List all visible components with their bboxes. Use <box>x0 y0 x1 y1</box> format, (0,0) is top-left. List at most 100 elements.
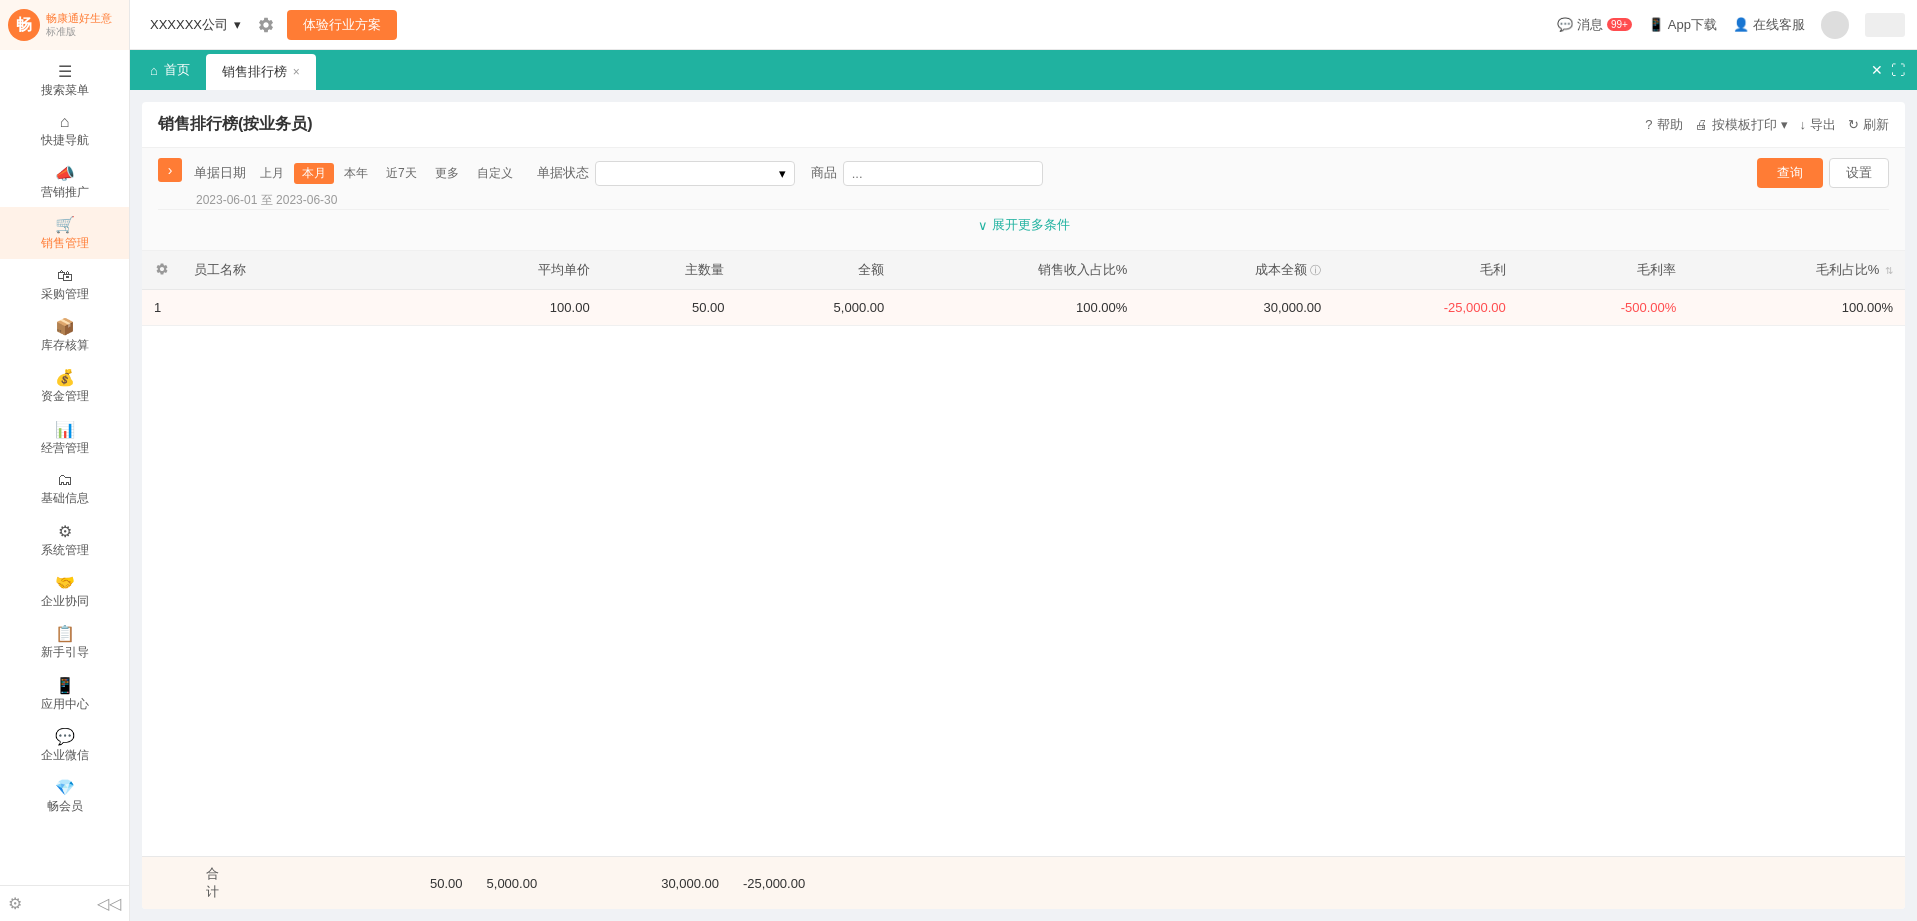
sidebar-item-guide[interactable]: 📋 新手引导 <box>0 616 129 667</box>
message-btn[interactable]: 💬 消息 99+ <box>1557 16 1632 34</box>
print-dropdown-icon: ▾ <box>1781 117 1788 132</box>
logo-sub: 标准版 <box>46 25 112 39</box>
status-select[interactable]: ▾ <box>595 161 795 186</box>
sidebar-settings-btn[interactable]: ⚙ <box>8 894 22 913</box>
table-row: 1 100.00 50.00 5,000.00 100.00% 30,000.0… <box>142 290 1905 326</box>
sidebar-item-sales[interactable]: 🛒 销售管理 <box>0 207 129 258</box>
app-center-icon: 📱 <box>55 676 75 695</box>
expand-more-btn[interactable]: ∨ 展开更多条件 <box>978 216 1070 234</box>
user-avatar[interactable] <box>1821 11 1849 39</box>
logo-icon: 畅 <box>8 9 40 41</box>
sidebar-item-system[interactable]: ⚙ 系统管理 <box>0 514 129 565</box>
message-badge: 99+ <box>1607 18 1632 31</box>
nav-label-marketing: 营销推广 <box>41 185 89 199</box>
industry-btn[interactable]: 体验行业方案 <box>287 10 397 40</box>
cooperation-icon: 🤝 <box>55 573 75 592</box>
td-gross: -25,000.00 <box>1333 290 1517 326</box>
tab-expand-icon[interactable]: ⛶ <box>1891 62 1905 78</box>
table-container: 员工名称 平均单价 主数量 全额 销售收入占比% 成本全额 ⓘ 毛利 毛利率 <box>142 251 1905 856</box>
nav-label-operations: 经营管理 <box>41 441 89 455</box>
nav-label-basic-info: 基础信息 <box>41 491 89 505</box>
expand-more-row: ∨ 展开更多条件 <box>158 209 1889 240</box>
sidebar-item-search[interactable]: ☰ 搜索菜单 <box>0 54 129 105</box>
date-tab-2[interactable]: 本年 <box>336 163 376 184</box>
refresh-icon: ↻ <box>1848 117 1859 132</box>
nav-label-purchase: 采购管理 <box>41 287 89 301</box>
date-tab-1[interactable]: 本月 <box>294 163 334 184</box>
sidebar-item-wechat[interactable]: 💬 企业微信 <box>0 719 129 770</box>
tab-close-window-icon[interactable]: ✕ <box>1871 62 1883 78</box>
tabbar-right: ✕ ⛶ <box>1871 62 1913 78</box>
gross-pct-sort-icon[interactable]: ⇅ <box>1885 265 1893 276</box>
date-tab-5[interactable]: 自定义 <box>469 163 521 184</box>
wechat-icon: 💬 <box>55 727 75 746</box>
sidebar-item-shortcuts[interactable]: ⌂ 快捷导航 <box>0 105 129 155</box>
nav-label-search: 搜索菜单 <box>41 83 89 97</box>
nav-label-guide: 新手引导 <box>41 645 89 659</box>
sidebar-item-purchase[interactable]: 🛍 采购管理 <box>0 259 129 309</box>
online-service-icon: 👤 <box>1733 17 1749 32</box>
company-dropdown-icon: ▾ <box>234 17 241 32</box>
page-actions: ? 帮助 🖨 按模板打印 ▾ ↓ 导出 ↻ 刷新 <box>1645 116 1889 134</box>
column-settings-icon[interactable] <box>155 262 169 276</box>
data-table: 员工名称 平均单价 主数量 全额 销售收入占比% 成本全额 ⓘ 毛利 毛利率 <box>142 251 1905 326</box>
sidebar-item-marketing[interactable]: 📣 营销推广 <box>0 156 129 207</box>
sidebar-item-finance[interactable]: 💰 资金管理 <box>0 360 129 411</box>
td-gross-pct: 100.00% <box>1688 290 1905 326</box>
filter-area: › 单据日期 上月本月本年近7天更多自定义 单据状态 <box>142 148 1905 251</box>
help-btn[interactable]: ? 帮助 <box>1645 116 1682 134</box>
tab-sales-ranking[interactable]: 销售排行榜 × <box>206 54 316 90</box>
refresh-btn[interactable]: ↻ 刷新 <box>1848 116 1889 134</box>
tab-active-label: 销售排行榜 <box>222 63 287 81</box>
status-select-arrow: ▾ <box>779 166 786 181</box>
tab-home-label: 首页 <box>164 61 190 79</box>
app-download-btn[interactable]: 📱 App下载 <box>1648 16 1717 34</box>
template-print-btn[interactable]: 🖨 按模板打印 ▾ <box>1695 116 1788 134</box>
page-content: 销售排行榜(按业务员) ? 帮助 🖨 按模板打印 ▾ ↓ 导出 <box>130 90 1917 921</box>
filter-collapse-btn[interactable]: › <box>158 158 182 182</box>
help-label: 帮助 <box>1657 116 1683 134</box>
topbar: XXXXXX公司 ▾ 体验行业方案 💬 消息 99+ 📱 App下载 👤 在线客… <box>130 0 1917 50</box>
footer-cost: 30,000.00 <box>649 876 731 891</box>
date-tab-3[interactable]: 近7天 <box>378 163 425 184</box>
sidebar-item-basic-info[interactable]: 🗂 基础信息 <box>0 463 129 513</box>
query-btn[interactable]: 查询 <box>1757 158 1823 188</box>
nav-label-member: 畅会员 <box>47 799 83 813</box>
settings-btn[interactable]: 设置 <box>1829 158 1889 188</box>
sidebar-item-cooperation[interactable]: 🤝 企业协同 <box>0 565 129 616</box>
footer-gross: -25,000.00 <box>731 876 817 891</box>
company-selector[interactable]: XXXXXX公司 ▾ <box>142 12 249 38</box>
cost-info-icon[interactable]: ⓘ <box>1310 264 1321 276</box>
sidebar-collapse-btn[interactable]: ◁◁ <box>97 894 121 913</box>
th-settings[interactable] <box>142 251 182 290</box>
sidebar-item-member[interactable]: 💎 畅会员 <box>0 770 129 821</box>
footer-amount: 5,000.00 <box>475 876 550 891</box>
system-icon: ⚙ <box>58 522 72 541</box>
date-tab-0[interactable]: 上月 <box>252 163 292 184</box>
date-tab-4[interactable]: 更多 <box>427 163 467 184</box>
th-gross-pct: 毛利占比% ⇅ <box>1688 251 1905 290</box>
tab-close-btn[interactable]: × <box>293 65 300 79</box>
sidebar-item-app-center[interactable]: 📱 应用中心 <box>0 668 129 719</box>
export-icon: ↓ <box>1800 117 1807 132</box>
tab-home[interactable]: ⌂ 首页 <box>134 50 206 90</box>
th-amount: 全额 <box>736 251 896 290</box>
online-service-label: 在线客服 <box>1753 16 1805 34</box>
company-name: XXXXXX公司 <box>150 16 228 34</box>
footer-main-qty: 50.00 <box>418 876 475 891</box>
operations-icon: 📊 <box>55 420 75 439</box>
sidebar-bottom: ⚙ ◁◁ <box>0 885 129 921</box>
sidebar-item-operations[interactable]: 📊 经营管理 <box>0 412 129 463</box>
user-name-placeholder <box>1865 13 1905 37</box>
goods-input[interactable] <box>843 161 1043 186</box>
table-header-row: 员工名称 平均单价 主数量 全额 销售收入占比% 成本全额 ⓘ 毛利 毛利率 <box>142 251 1905 290</box>
app-download-icon: 📱 <box>1648 17 1664 32</box>
settings-gear-icon[interactable] <box>257 16 275 34</box>
app-download-label: App下载 <box>1668 16 1717 34</box>
sidebar-item-inventory[interactable]: 📦 库存核算 <box>0 309 129 360</box>
online-service-btn[interactable]: 👤 在线客服 <box>1733 16 1805 34</box>
logo: 畅 畅康通好生意 标准版 <box>0 0 129 50</box>
message-icon: 💬 <box>1557 17 1573 32</box>
marketing-icon: 📣 <box>55 164 75 183</box>
export-btn[interactable]: ↓ 导出 <box>1800 116 1837 134</box>
